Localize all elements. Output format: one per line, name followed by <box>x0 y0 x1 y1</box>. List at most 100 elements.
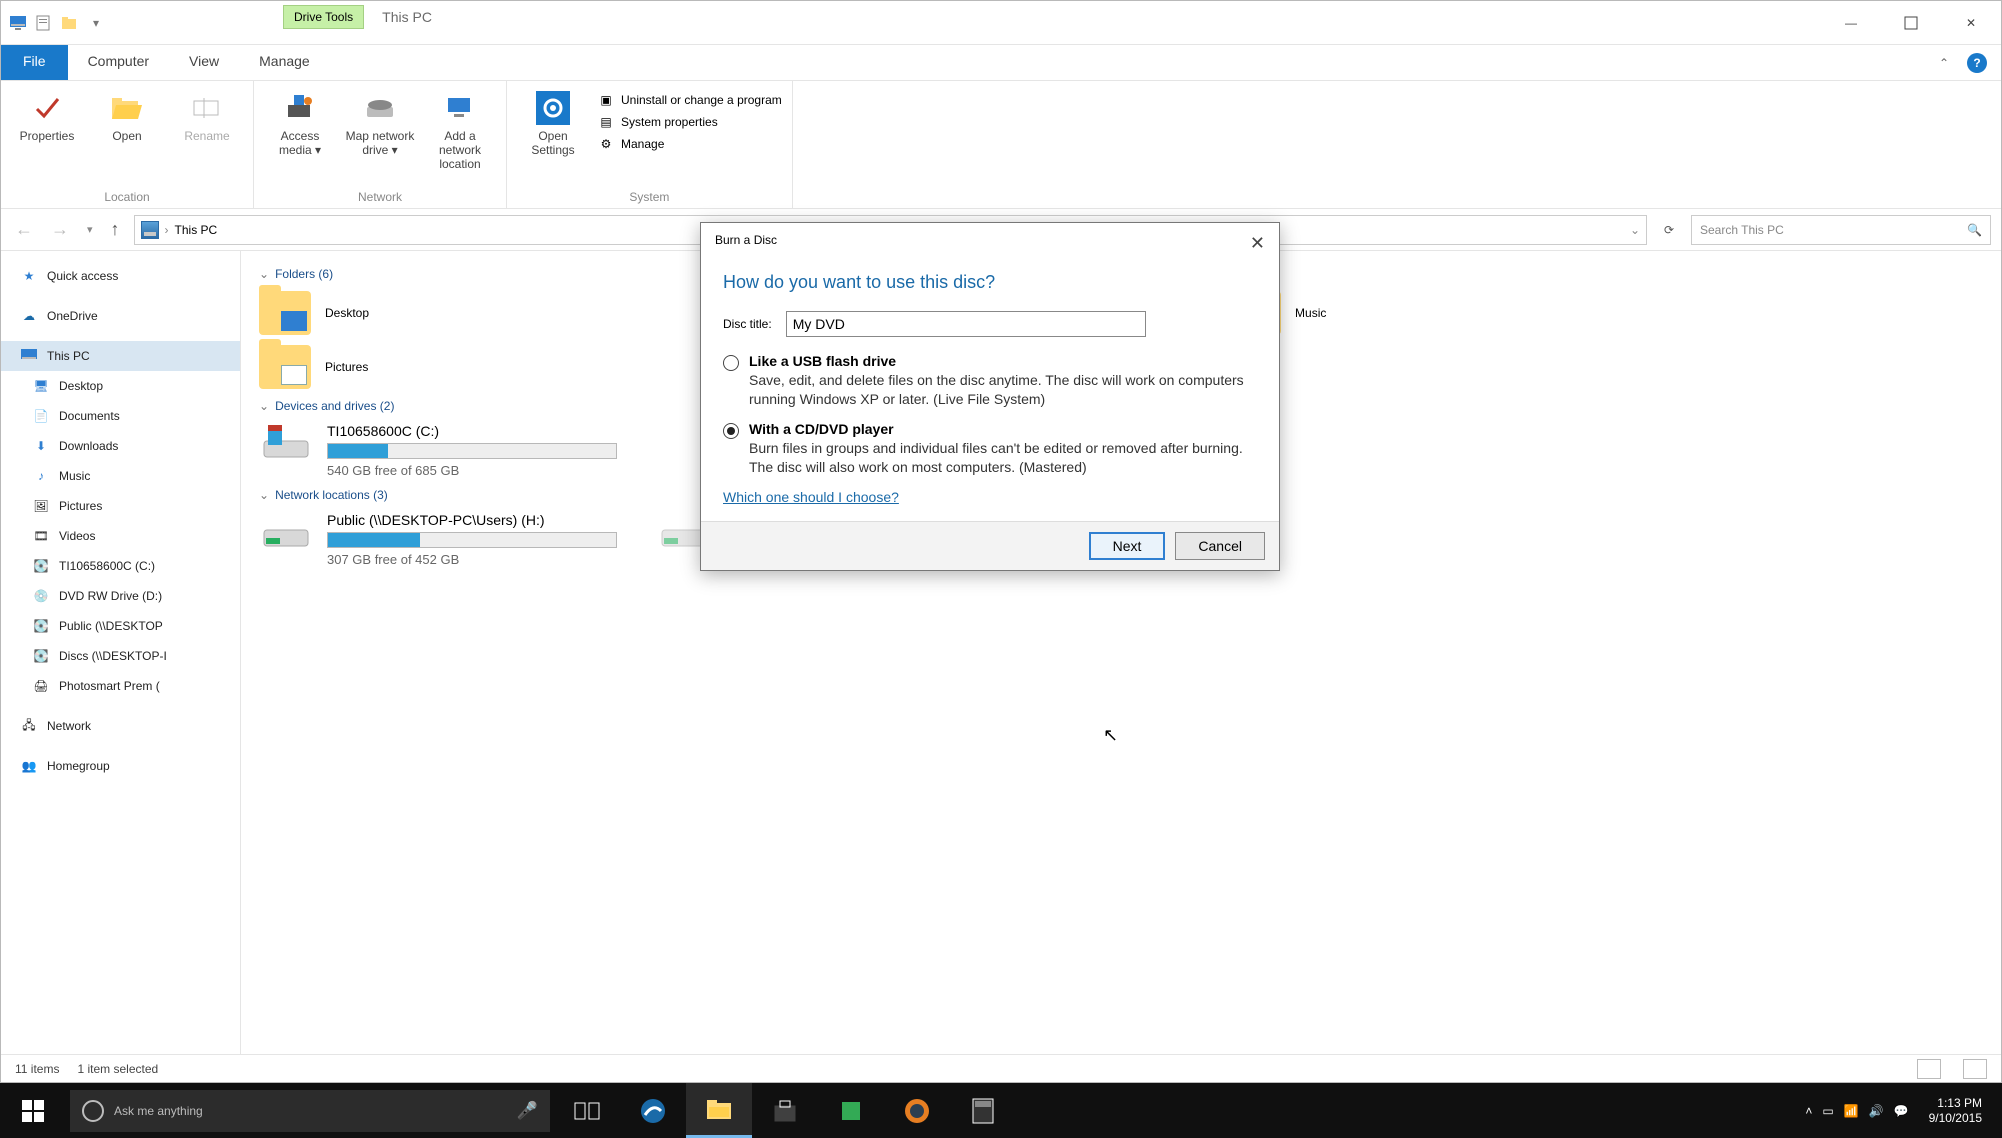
open-button[interactable]: Open <box>91 85 163 143</box>
system-properties-item[interactable]: ▤System properties <box>597 113 782 131</box>
network-drive-public[interactable]: Public (\\DESKTOP-PC\Users) (H:) 307 GB … <box>259 512 617 567</box>
checkmark-icon <box>30 91 64 125</box>
refresh-button[interactable]: ⟳ <box>1657 223 1681 237</box>
minimize-button[interactable]: — <box>1821 1 1881 44</box>
uninstall-item[interactable]: ▣Uninstall or change a program <box>597 91 782 109</box>
battery-icon[interactable]: ▭ <box>1822 1104 1833 1118</box>
sidebar-drive-c[interactable]: 💽TI10658600C (C:) <box>1 551 240 581</box>
taskbar-edge[interactable] <box>620 1083 686 1138</box>
properties-button[interactable]: Properties <box>11 85 83 143</box>
wifi-icon[interactable]: 📶 <box>1844 1104 1859 1118</box>
sidebar-pictures[interactable]: 🖼Pictures <box>1 491 240 521</box>
sidebar-item-label: Documents <box>59 409 120 423</box>
sidebar-downloads[interactable]: ⬇Downloads <box>1 431 240 461</box>
mic-icon[interactable]: 🎤 <box>517 1101 538 1121</box>
computer-tab[interactable]: Computer <box>68 45 169 80</box>
access-media-button[interactable]: Access media ▾ <box>264 85 336 157</box>
sidebar-this-pc[interactable]: This PC <box>1 341 240 371</box>
taskbar-explorer[interactable] <box>686 1083 752 1138</box>
sidebar-item-label: Videos <box>59 529 95 543</box>
system-tray: ˄ ▭ 📶 🔊 💬 1:13 PM 9/10/2015 <box>1795 1096 2002 1125</box>
network-drive-icon: 💽 <box>31 616 51 636</box>
task-view-button[interactable] <box>554 1083 620 1138</box>
taskbar-clock[interactable]: 1:13 PM 9/10/2015 <box>1919 1096 1992 1125</box>
chevron-down-icon: ⌄ <box>259 488 269 502</box>
properties-icon[interactable] <box>33 12 55 34</box>
network-drive-icon <box>259 512 313 552</box>
sidebar-item-label: Desktop <box>59 379 103 393</box>
radio-usb-option[interactable]: Like a USB flash drive Save, edit, and d… <box>723 353 1257 409</box>
radio-usb-desc: Save, edit, and delete files on the disc… <box>749 372 1244 407</box>
sidebar-homegroup[interactable]: 👥Homegroup <box>1 751 240 781</box>
taskbar-calculator[interactable] <box>950 1083 1016 1138</box>
sidebar-videos[interactable]: 🎞Videos <box>1 521 240 551</box>
sidebar-photosmart[interactable]: 🖨Photosmart Prem ( <box>1 671 240 701</box>
cancel-button[interactable]: Cancel <box>1175 532 1265 560</box>
collapse-ribbon-icon[interactable]: ⌃ <box>1939 56 1949 70</box>
drive-capacity-bar <box>327 443 617 459</box>
sidebar-dvd-drive[interactable]: 💿DVD RW Drive (D:) <box>1 581 240 611</box>
forward-button[interactable]: → <box>47 219 73 240</box>
downloads-icon: ⬇ <box>31 436 51 456</box>
recent-dropdown[interactable]: ▾ <box>83 223 97 236</box>
view-tab[interactable]: View <box>169 45 239 80</box>
maximize-button[interactable] <box>1881 1 1941 44</box>
sidebar-documents[interactable]: 📄Documents <box>1 401 240 431</box>
status-bar: 11 items 1 item selected <box>1 1054 2001 1082</box>
sidebar-discs[interactable]: 💽Discs (\\DESKTOP-I <box>1 641 240 671</box>
manage-item[interactable]: ⚙Manage <box>597 135 782 153</box>
qat-dropdown-icon[interactable]: ▾ <box>85 12 107 34</box>
media-icon <box>283 91 317 125</box>
which-one-link[interactable]: Which one should I choose? <box>723 489 899 505</box>
sidebar-item-label: Network <box>47 719 91 733</box>
dialog-close-button[interactable]: ✕ <box>1250 233 1265 254</box>
dialog-titlebar: Burn a Disc ✕ <box>701 223 1279 264</box>
network-header-label: Network locations (3) <box>275 488 388 502</box>
next-button[interactable]: Next <box>1089 532 1166 560</box>
volume-icon[interactable]: 🔊 <box>1869 1104 1884 1118</box>
drive-free: 307 GB free of 452 GB <box>327 552 617 567</box>
start-button[interactable] <box>0 1083 66 1138</box>
tray-overflow-icon[interactable]: ˄ <box>1805 1104 1812 1118</box>
ribbon-group-system-label: System <box>517 188 782 208</box>
help-icon[interactable]: ? <box>1967 53 1987 73</box>
radio-cddvd-option[interactable]: With a CD/DVD player Burn files in group… <box>723 421 1257 477</box>
icons-view-button[interactable] <box>1963 1059 1987 1079</box>
folder-desktop[interactable]: Desktop <box>259 291 369 335</box>
sidebar-network[interactable]: 🖧 Network <box>1 711 240 741</box>
add-network-location-button[interactable]: Add a network location <box>424 85 496 171</box>
taskbar-firefox[interactable] <box>884 1083 950 1138</box>
up-button[interactable]: ↑ <box>107 219 124 240</box>
taskbar-app-1[interactable] <box>818 1083 884 1138</box>
manage-tab[interactable]: Manage <box>239 45 330 80</box>
folder-icon <box>259 291 311 335</box>
cortana-icon <box>82 1100 104 1122</box>
sidebar-music[interactable]: ♪Music <box>1 461 240 491</box>
network-icon: 🖧 <box>19 716 39 736</box>
file-tab[interactable]: File <box>1 45 68 80</box>
drive-tools-tab[interactable]: Drive Tools <box>283 5 364 29</box>
taskbar-store[interactable] <box>752 1083 818 1138</box>
drive-capacity-bar <box>327 532 617 548</box>
cortana-search[interactable]: Ask me anything 🎤 <box>70 1090 550 1132</box>
quick-access-toolbar: ▾ <box>1 1 113 44</box>
back-button[interactable]: ← <box>11 219 37 240</box>
sidebar-onedrive[interactable]: ☁OneDrive <box>1 301 240 331</box>
new-folder-icon[interactable] <box>59 12 81 34</box>
map-drive-button[interactable]: Map network drive ▾ <box>344 85 416 157</box>
sidebar-public[interactable]: 💽Public (\\DESKTOP <box>1 611 240 641</box>
settings-gear-icon <box>536 91 570 125</box>
folder-pictures[interactable]: Pictures <box>259 345 368 389</box>
sidebar-quick-access[interactable]: ★Quick access <box>1 261 240 291</box>
close-button[interactable]: ✕ <box>1941 1 2001 44</box>
details-view-button[interactable] <box>1917 1059 1941 1079</box>
notifications-icon[interactable]: 💬 <box>1894 1104 1909 1118</box>
sidebar-desktop[interactable]: 🖥 Desktop <box>1 371 240 401</box>
titlebar: ▾ Drive Tools This PC — ✕ <box>1 1 2001 45</box>
sysprop-icon: ▤ <box>597 113 615 131</box>
search-box[interactable]: Search This PC 🔍 <box>1691 215 1991 245</box>
desktop-icon: 🖥 <box>31 376 51 396</box>
open-settings-button[interactable]: Open Settings <box>517 85 589 157</box>
disc-title-input[interactable] <box>786 311 1146 337</box>
burn-disc-dialog: Burn a Disc ✕ How do you want to use thi… <box>700 222 1280 571</box>
